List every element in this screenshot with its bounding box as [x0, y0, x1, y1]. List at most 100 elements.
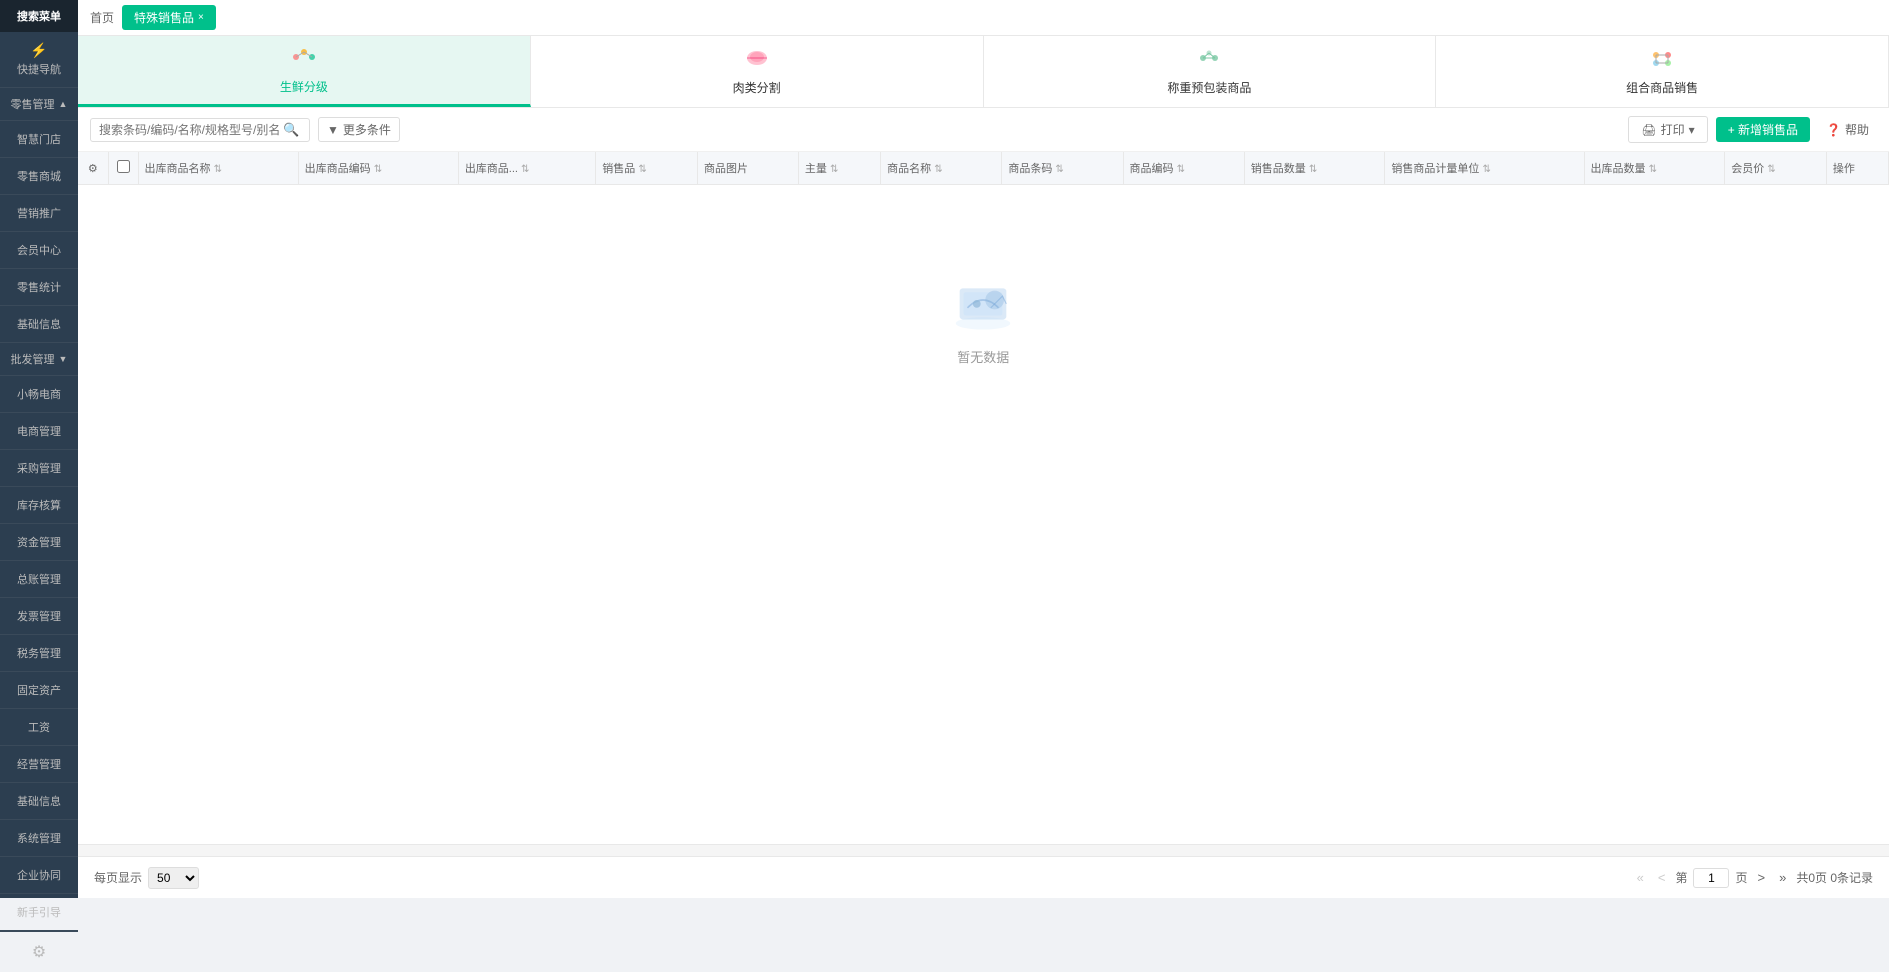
- print-dropdown-icon: ▾: [1689, 123, 1695, 137]
- add-button[interactable]: + 新增销售品: [1716, 117, 1810, 142]
- th-checkbox[interactable]: [108, 152, 138, 185]
- sidebar-item-member-center[interactable]: 会员中心: [0, 232, 78, 269]
- sidebar-item-tax-mgmt[interactable]: 税务管理: [0, 635, 78, 672]
- th-sale-unit[interactable]: 销售商品计量单位 ⇅: [1385, 152, 1584, 185]
- table-container: ⚙ 出库商品名称 ⇅ 出库商品编码 ⇅ 出库商品...: [78, 152, 1889, 844]
- sidebar-item-label: 发票管理: [17, 608, 61, 624]
- active-tab[interactable]: 特殊销售品 ×: [122, 5, 216, 30]
- th-out-goods-spec[interactable]: 出库商品... ⇅: [458, 152, 595, 185]
- sidebar-item-ecom-mgmt[interactable]: 电商管理: [0, 413, 78, 450]
- page-input[interactable]: [1693, 868, 1729, 888]
- tab-fresh-grade-label: 生鲜分级: [280, 78, 328, 95]
- th-goods-code[interactable]: 商品编码 ⇅: [1123, 152, 1244, 185]
- sidebar-item-label: 税务管理: [17, 645, 61, 661]
- empty-state-cell: 暂无数据: [78, 185, 1889, 447]
- tab-weigh-prepack[interactable]: 称重预包装商品: [984, 36, 1437, 107]
- filter-button[interactable]: ▼ 更多条件: [318, 117, 400, 142]
- sort-icon: ⇅: [1177, 164, 1185, 175]
- sidebar-item-label: 固定资产: [17, 682, 61, 698]
- sidebar-item-label: 营销推广: [17, 205, 61, 221]
- sidebar-item-label: 电商管理: [17, 423, 61, 439]
- data-table: ⚙ 出库商品名称 ⇅ 出库商品编码 ⇅ 出库商品...: [78, 152, 1889, 446]
- gear-icon[interactable]: ⚙: [0, 932, 78, 972]
- toolbar-right: 🖨 打印 ▾ + 新增销售品 ❓ 帮助: [1628, 116, 1877, 143]
- total-label: 共0页 0条记录: [1796, 869, 1873, 886]
- per-page-select[interactable]: 50 10 20 100: [148, 867, 199, 889]
- sidebar-item-mini-ecom[interactable]: 小畅电商: [0, 376, 78, 413]
- sidebar-item-ops-mgmt[interactable]: 经营管理: [0, 746, 78, 783]
- page-prefix: 第: [1675, 869, 1687, 886]
- tab-meat-cut[interactable]: 肉类分割: [531, 36, 984, 107]
- sidebar-item-wholesale-mgmt[interactable]: 批发管理: [0, 343, 78, 376]
- th-out-goods-code[interactable]: 出库商品编码 ⇅: [298, 152, 458, 185]
- sidebar-item-enterprise[interactable]: 企业协同: [0, 857, 78, 894]
- sort-icon: ⇅: [830, 164, 838, 175]
- settings-icon[interactable]: ⚙: [88, 163, 98, 175]
- sort-icon: ⇅: [1482, 164, 1490, 175]
- sort-icon: ⇅: [1055, 164, 1063, 175]
- th-goods-barcode[interactable]: 商品条码 ⇅: [1002, 152, 1123, 185]
- empty-state-row: 暂无数据: [78, 185, 1889, 447]
- sort-icon: ⇅: [1767, 164, 1775, 175]
- footer: 每页显示 50 10 20 100 « < 第 页 > » 共0页 0条记录: [78, 856, 1889, 898]
- th-goods-name[interactable]: 商品名称 ⇅: [881, 152, 1002, 185]
- sidebar-item-basic-info[interactable]: 基础信息: [0, 306, 78, 343]
- sidebar-item-finance[interactable]: 资金管理: [0, 524, 78, 561]
- sidebar-item-fixed-assets[interactable]: 固定资产: [0, 672, 78, 709]
- search-input[interactable]: [99, 123, 279, 137]
- tab-cards: 生鲜分级 肉类分割: [78, 36, 1889, 108]
- sidebar-item-retail-stats[interactable]: 零售统计: [0, 269, 78, 306]
- tab-combo-sales[interactable]: 组合商品销售: [1436, 36, 1889, 107]
- close-tab-icon[interactable]: ×: [198, 12, 204, 23]
- th-out-qty[interactable]: 出库品数量 ⇅: [1584, 152, 1725, 185]
- sidebar-item-retail-mgmt[interactable]: 零售管理: [0, 88, 78, 121]
- search-box[interactable]: 🔍: [90, 118, 310, 142]
- last-page-button[interactable]: »: [1775, 868, 1790, 887]
- prev-page-button[interactable]: <: [1654, 868, 1670, 887]
- sidebar-item-wages[interactable]: 工资: [0, 709, 78, 746]
- active-tab-label: 特殊销售品: [134, 9, 194, 26]
- sort-icon: ⇅: [374, 164, 382, 175]
- sort-icon: ⇅: [1649, 164, 1657, 175]
- sidebar-item-inventory[interactable]: 库存核算: [0, 487, 78, 524]
- th-member-price[interactable]: 会员价 ⇅: [1725, 152, 1827, 185]
- tab-fresh-grade[interactable]: 生鲜分级: [78, 36, 531, 107]
- next-page-button[interactable]: >: [1753, 868, 1769, 887]
- sort-icon: ⇅: [638, 164, 646, 175]
- tab-meat-cut-label: 肉类分割: [733, 79, 781, 96]
- sidebar-item-system-mgmt[interactable]: 系统管理: [0, 820, 78, 857]
- sidebar-item-new-guide[interactable]: 新手引导: [0, 894, 78, 931]
- th-settings[interactable]: ⚙: [78, 152, 108, 185]
- first-page-button[interactable]: «: [1633, 868, 1648, 887]
- sidebar-item-retail-mall[interactable]: 零售商城: [0, 158, 78, 195]
- sidebar-item-label: 基础信息: [17, 793, 61, 809]
- sidebar-item-smart-store[interactable]: 智慧门店: [0, 121, 78, 158]
- th-main-weight[interactable]: 主量 ⇅: [798, 152, 880, 185]
- th-goods-image[interactable]: 商品图片: [697, 152, 798, 185]
- sidebar-item-sales-promo[interactable]: 营销推广: [0, 195, 78, 232]
- th-out-goods-name[interactable]: 出库商品名称 ⇅: [138, 152, 298, 185]
- th-sale-goods[interactable]: 销售品 ⇅: [596, 152, 698, 185]
- sort-icon: ⇅: [521, 164, 529, 175]
- sidebar-item-basic-info2[interactable]: 基础信息: [0, 783, 78, 820]
- per-page-label: 每页显示: [94, 869, 142, 886]
- search-icon[interactable]: 🔍: [283, 122, 299, 138]
- sidebar-item-general-ledger[interactable]: 总账管理: [0, 561, 78, 598]
- select-all-checkbox[interactable]: [117, 160, 130, 173]
- help-button[interactable]: ❓ 帮助: [1818, 117, 1877, 142]
- sort-icon: ⇅: [1309, 164, 1317, 175]
- bottom-scrollbar[interactable]: [78, 844, 1889, 856]
- help-icon: ❓: [1826, 123, 1841, 137]
- home-link[interactable]: 首页: [90, 9, 114, 26]
- add-label: + 新增销售品: [1728, 121, 1798, 138]
- sidebar-item-quick-nav[interactable]: ⚡ 快捷导航: [0, 32, 78, 88]
- sidebar-logo[interactable]: 搜索菜单: [0, 0, 78, 32]
- sidebar-item-label: 会员中心: [17, 242, 61, 258]
- sidebar: 搜索菜单 ⚡ 快捷导航 零售管理 智慧门店 零售商城 营销推广 会员中心 零售统…: [0, 0, 78, 898]
- th-sale-qty[interactable]: 销售品数量 ⇅: [1244, 152, 1385, 185]
- sidebar-item-purchase-mgmt[interactable]: 采购管理: [0, 450, 78, 487]
- print-button[interactable]: 🖨 打印 ▾: [1628, 116, 1707, 143]
- empty-state: 暂无数据: [78, 185, 1889, 446]
- sidebar-item-invoice-mgmt[interactable]: 发票管理: [0, 598, 78, 635]
- sidebar-item-label: 采购管理: [17, 460, 61, 476]
